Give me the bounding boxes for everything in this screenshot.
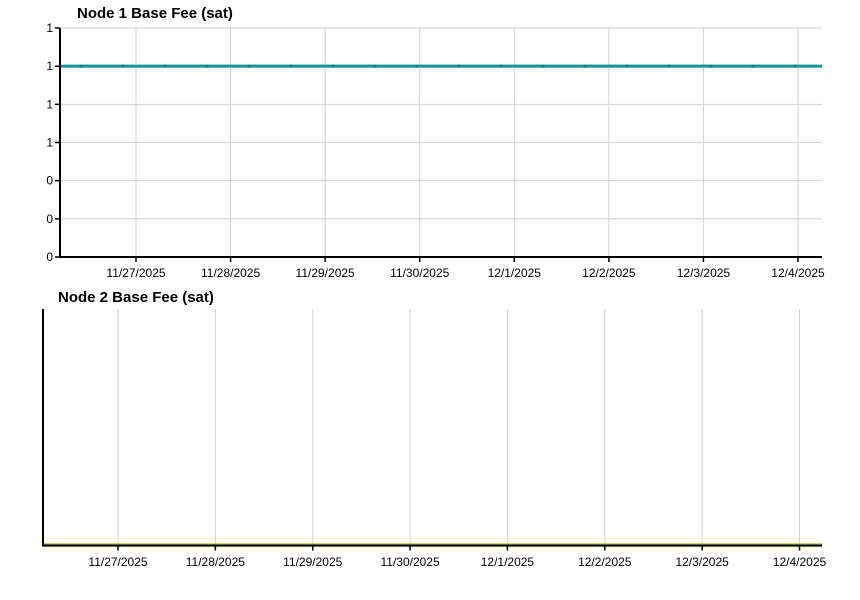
chart1-title: Node 1 Base Fee (sat) xyxy=(77,5,233,22)
y-tick-label: 1 xyxy=(46,21,53,35)
x-tick-label: 12/4/2025 xyxy=(771,266,825,280)
x-tick-label: 11/27/2025 xyxy=(88,555,147,569)
x-tick-label: 12/3/2025 xyxy=(675,555,729,569)
node1-series-marker xyxy=(625,64,629,68)
charts-page: 1 1 1 1 0 0 0 11/27/2025 11/28/2025 11/29/2025 11/… xyxy=(0,0,860,600)
x-tick-label: 12/3/2025 xyxy=(677,266,731,280)
node1-series-marker xyxy=(331,64,335,68)
x-tick-label: 11/28/2025 xyxy=(186,555,245,569)
node1-series-marker xyxy=(163,64,167,68)
node1-series-marker xyxy=(205,64,209,68)
x-tick-label: 11/28/2025 xyxy=(201,266,260,280)
x-tick-label: 11/27/2025 xyxy=(106,266,165,280)
node1-series-marker xyxy=(751,64,755,68)
node1-series-marker xyxy=(667,64,671,68)
y-tick-label: 0 xyxy=(46,250,53,264)
node1-series-marker xyxy=(79,64,83,68)
y-tick-label: 1 xyxy=(46,59,53,73)
node1-series-marker xyxy=(709,64,713,68)
x-tick-label: 12/2/2025 xyxy=(582,266,636,280)
x-tick-label: 12/1/2025 xyxy=(488,266,542,280)
y-tick-label: 0 xyxy=(46,212,53,226)
x-tick-label: 11/29/2025 xyxy=(296,266,355,280)
y-tick-label: 1 xyxy=(46,97,53,111)
y-tick-label: 1 xyxy=(46,136,53,150)
node1-series-marker xyxy=(499,64,503,68)
x-tick-label: 12/2/2025 xyxy=(578,555,632,569)
node1-series-marker xyxy=(457,64,461,68)
x-tick-label: 11/30/2025 xyxy=(390,266,449,280)
y-tick-label: 0 xyxy=(46,174,53,188)
node1-series-marker xyxy=(583,64,587,68)
x-tick-label: 11/29/2025 xyxy=(283,555,342,569)
x-tick-label: 11/30/2025 xyxy=(380,555,439,569)
chart2-title: Node 2 Base Fee (sat) xyxy=(58,289,214,306)
node1-series-marker xyxy=(415,64,419,68)
node1-series-marker xyxy=(541,64,545,68)
node1-series-marker xyxy=(121,64,125,68)
node1-series-marker xyxy=(793,64,797,68)
x-tick-label: 12/1/2025 xyxy=(481,555,535,569)
node1-series-marker xyxy=(247,64,251,68)
node1-series-marker xyxy=(289,64,293,68)
node1-series-marker xyxy=(373,64,377,68)
x-tick-label: 12/4/2025 xyxy=(773,555,827,569)
